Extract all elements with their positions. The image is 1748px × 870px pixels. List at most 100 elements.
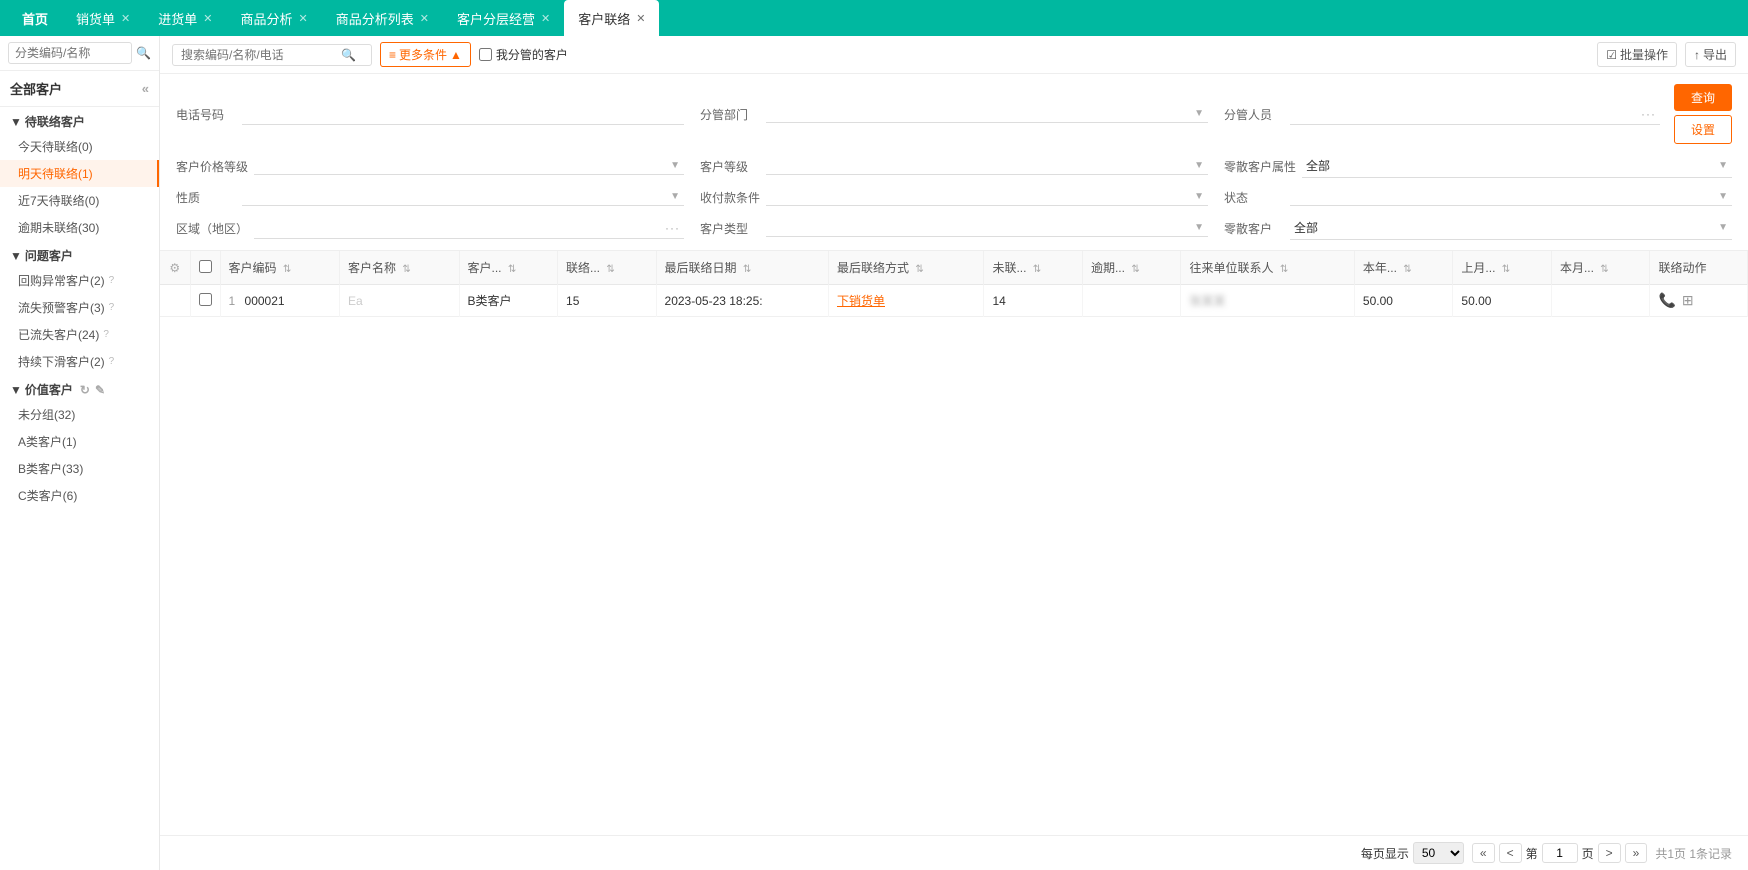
sidebar-item-declining[interactable]: 持续下滑客户(2) ?	[0, 348, 159, 375]
gender-select[interactable]: ▼	[242, 188, 684, 206]
sort-year-icon: ⇅	[1403, 264, 1411, 275]
close-customer-contact-icon[interactable]: ✕	[636, 12, 645, 25]
grid-action-icon[interactable]: ⊞	[1682, 292, 1694, 309]
phone-action-icon[interactable]: 📞	[1658, 292, 1675, 309]
manager-label: 分管人员	[1224, 106, 1284, 123]
row-last-contact-date-cell: 2023-05-23 18:25:	[656, 285, 828, 317]
row-last-contact-method[interactable]: 下销货单	[837, 294, 885, 308]
payment-select[interactable]: ▼	[766, 188, 1208, 206]
last-page-btn[interactable]: »	[1625, 843, 1648, 863]
sidebar-item-churn-warning[interactable]: 流失预警客户(3) ?	[0, 294, 159, 321]
dept-select[interactable]: ▼	[766, 105, 1208, 123]
col-contact-person[interactable]: 往来单位联系人 ⇅	[1181, 251, 1354, 285]
help-icon-1[interactable]: ?	[109, 302, 115, 313]
close-purchase-icon[interactable]: ✕	[203, 12, 212, 25]
problem-group-label: 问题客户	[25, 247, 73, 264]
value-customers-group-header[interactable]: ▼ 价值客户 ↻ ✎	[0, 375, 159, 401]
phone-input[interactable]	[242, 104, 684, 125]
first-page-btn[interactable]: «	[1472, 843, 1495, 863]
col-checkbox[interactable]	[190, 251, 220, 285]
retail-customer-select[interactable]: 全部 ▼	[1290, 216, 1732, 240]
sidebar-item-7days-contact[interactable]: 近7天待联络(0)	[0, 187, 159, 214]
close-goods-analysis-list-icon[interactable]: ✕	[420, 12, 429, 25]
region-select[interactable]: ···	[254, 218, 684, 239]
batch-checkbox-icon: ☑	[1606, 48, 1617, 62]
status-label: 状态	[1224, 189, 1284, 206]
my-customers-checkbox-area[interactable]: 我分管的客户	[479, 46, 568, 63]
close-goods-analysis-icon[interactable]: ✕	[299, 12, 308, 25]
help-icon-0[interactable]: ?	[109, 275, 115, 286]
col-settings[interactable]: ⚙	[160, 251, 190, 285]
sidebar-item-repurchase-abnormal[interactable]: 回购异常客户(2) ?	[0, 267, 159, 294]
col-last-month[interactable]: 上月... ⇅	[1453, 251, 1552, 285]
row-last-contact-method-cell[interactable]: 下销货单	[828, 285, 983, 317]
price-grade-label: 客户价格等级	[176, 158, 248, 175]
pending-contact-group-header[interactable]: ▼ 待联络客户	[0, 107, 159, 133]
status-select[interactable]: ▼	[1290, 188, 1732, 206]
filter-search-box[interactable]: 🔍	[172, 44, 372, 66]
collapse-sidebar-icon[interactable]: «	[142, 81, 149, 96]
customer-type-select[interactable]: ▼	[766, 219, 1208, 237]
col-last-contact-date[interactable]: 最后联络日期 ⇅	[656, 251, 828, 285]
row-checkbox-cell[interactable]	[190, 285, 220, 317]
row-name: Ea	[348, 294, 363, 308]
close-sales-icon[interactable]: ✕	[121, 12, 130, 25]
nav-sales[interactable]: 销货单 ✕	[62, 0, 144, 36]
col-last-contact-method[interactable]: 最后联络方式 ⇅	[828, 251, 983, 285]
batch-operation-btn[interactable]: ☑ 批量操作	[1597, 42, 1677, 67]
query-btn[interactable]: 查询	[1674, 84, 1732, 111]
set-btn[interactable]: 设置	[1674, 115, 1732, 144]
filter-search-input[interactable]	[181, 48, 341, 62]
col-contact-count[interactable]: 联络... ⇅	[558, 251, 657, 285]
page-input[interactable]	[1542, 843, 1578, 863]
col-name[interactable]: 客户名称 ⇅	[340, 251, 460, 285]
col-customer-type[interactable]: 客户... ⇅	[459, 251, 558, 285]
sidebar-search-icon[interactable]: 🔍	[136, 46, 151, 60]
table-settings-icon[interactable]: ⚙	[169, 261, 180, 275]
my-customers-checkbox[interactable]	[479, 48, 492, 61]
sidebar-item-today-contact[interactable]: 今天待联络(0)	[0, 133, 159, 160]
select-all-checkbox[interactable]	[199, 260, 212, 273]
close-customer-segmentation-icon[interactable]: ✕	[541, 12, 550, 25]
nav-home[interactable]: 首页	[8, 0, 62, 36]
nav-customer-contact[interactable]: 客户联络 ✕	[564, 0, 659, 36]
next-page-btn[interactable]: >	[1598, 843, 1621, 863]
edit-icon[interactable]: ✎	[95, 383, 105, 397]
sidebar-item-b-class[interactable]: B类客户(33)	[0, 455, 159, 482]
row-contact-count-cell: 15	[558, 285, 657, 317]
prev-page-btn[interactable]: <	[1499, 843, 1522, 863]
nav-goods-analysis[interactable]: 商品分析 ✕	[226, 0, 321, 36]
per-page-select[interactable]: 50 100 200	[1413, 842, 1464, 864]
manager-select[interactable]: ···	[1290, 104, 1660, 125]
customer-grade-select[interactable]: ▼	[766, 157, 1208, 175]
sidebar-search-input[interactable]	[8, 42, 132, 64]
nav-goods-analysis-list[interactable]: 商品分析列表 ✕	[322, 0, 443, 36]
filter-search-icon[interactable]: 🔍	[341, 48, 356, 62]
sidebar-item-tomorrow-contact[interactable]: 明天待联络(1)	[0, 160, 159, 187]
col-current-month[interactable]: 本月... ⇅	[1551, 251, 1650, 285]
problem-customers-group-header[interactable]: ▼ 问题客户	[0, 241, 159, 267]
retail-attr-select[interactable]: 全部 ▼	[1302, 154, 1732, 178]
price-grade-select[interactable]: ▼	[254, 157, 684, 175]
refresh-icon[interactable]: ↻	[80, 383, 90, 397]
sidebar-item-churned[interactable]: 已流失客户(24) ?	[0, 321, 159, 348]
nav-customer-segmentation[interactable]: 客户分层经营 ✕	[443, 0, 564, 36]
col-current-year[interactable]: 本年... ⇅	[1354, 251, 1453, 285]
retail-attr-chevron-icon: ▼	[1718, 160, 1728, 171]
row-checkbox[interactable]	[199, 293, 212, 306]
help-icon-2[interactable]: ?	[103, 329, 109, 340]
col-uncontacted[interactable]: 未联... ⇅	[984, 251, 1083, 285]
export-icon: ↑	[1694, 48, 1700, 62]
sidebar-item-a-class[interactable]: A类客户(1)	[0, 428, 159, 455]
export-btn[interactable]: ↑ 导出	[1685, 42, 1736, 67]
sidebar-search-area: 🔍	[0, 36, 159, 71]
sidebar-all-customers[interactable]: 全部客户 «	[0, 71, 159, 107]
more-conditions-btn[interactable]: ≡ 更多条件 ▲	[380, 42, 471, 67]
sidebar-item-ungrouped[interactable]: 未分组(32)	[0, 401, 159, 428]
nav-purchase[interactable]: 进货单 ✕	[144, 0, 226, 36]
col-code[interactable]: 客户编码 ⇅	[220, 251, 340, 285]
sidebar-item-c-class[interactable]: C类客户(6)	[0, 482, 159, 509]
col-overdue[interactable]: 逾期... ⇅	[1082, 251, 1181, 285]
help-icon-3[interactable]: ?	[109, 356, 115, 367]
sidebar-item-overdue-contact[interactable]: 逾期未联络(30)	[0, 214, 159, 241]
